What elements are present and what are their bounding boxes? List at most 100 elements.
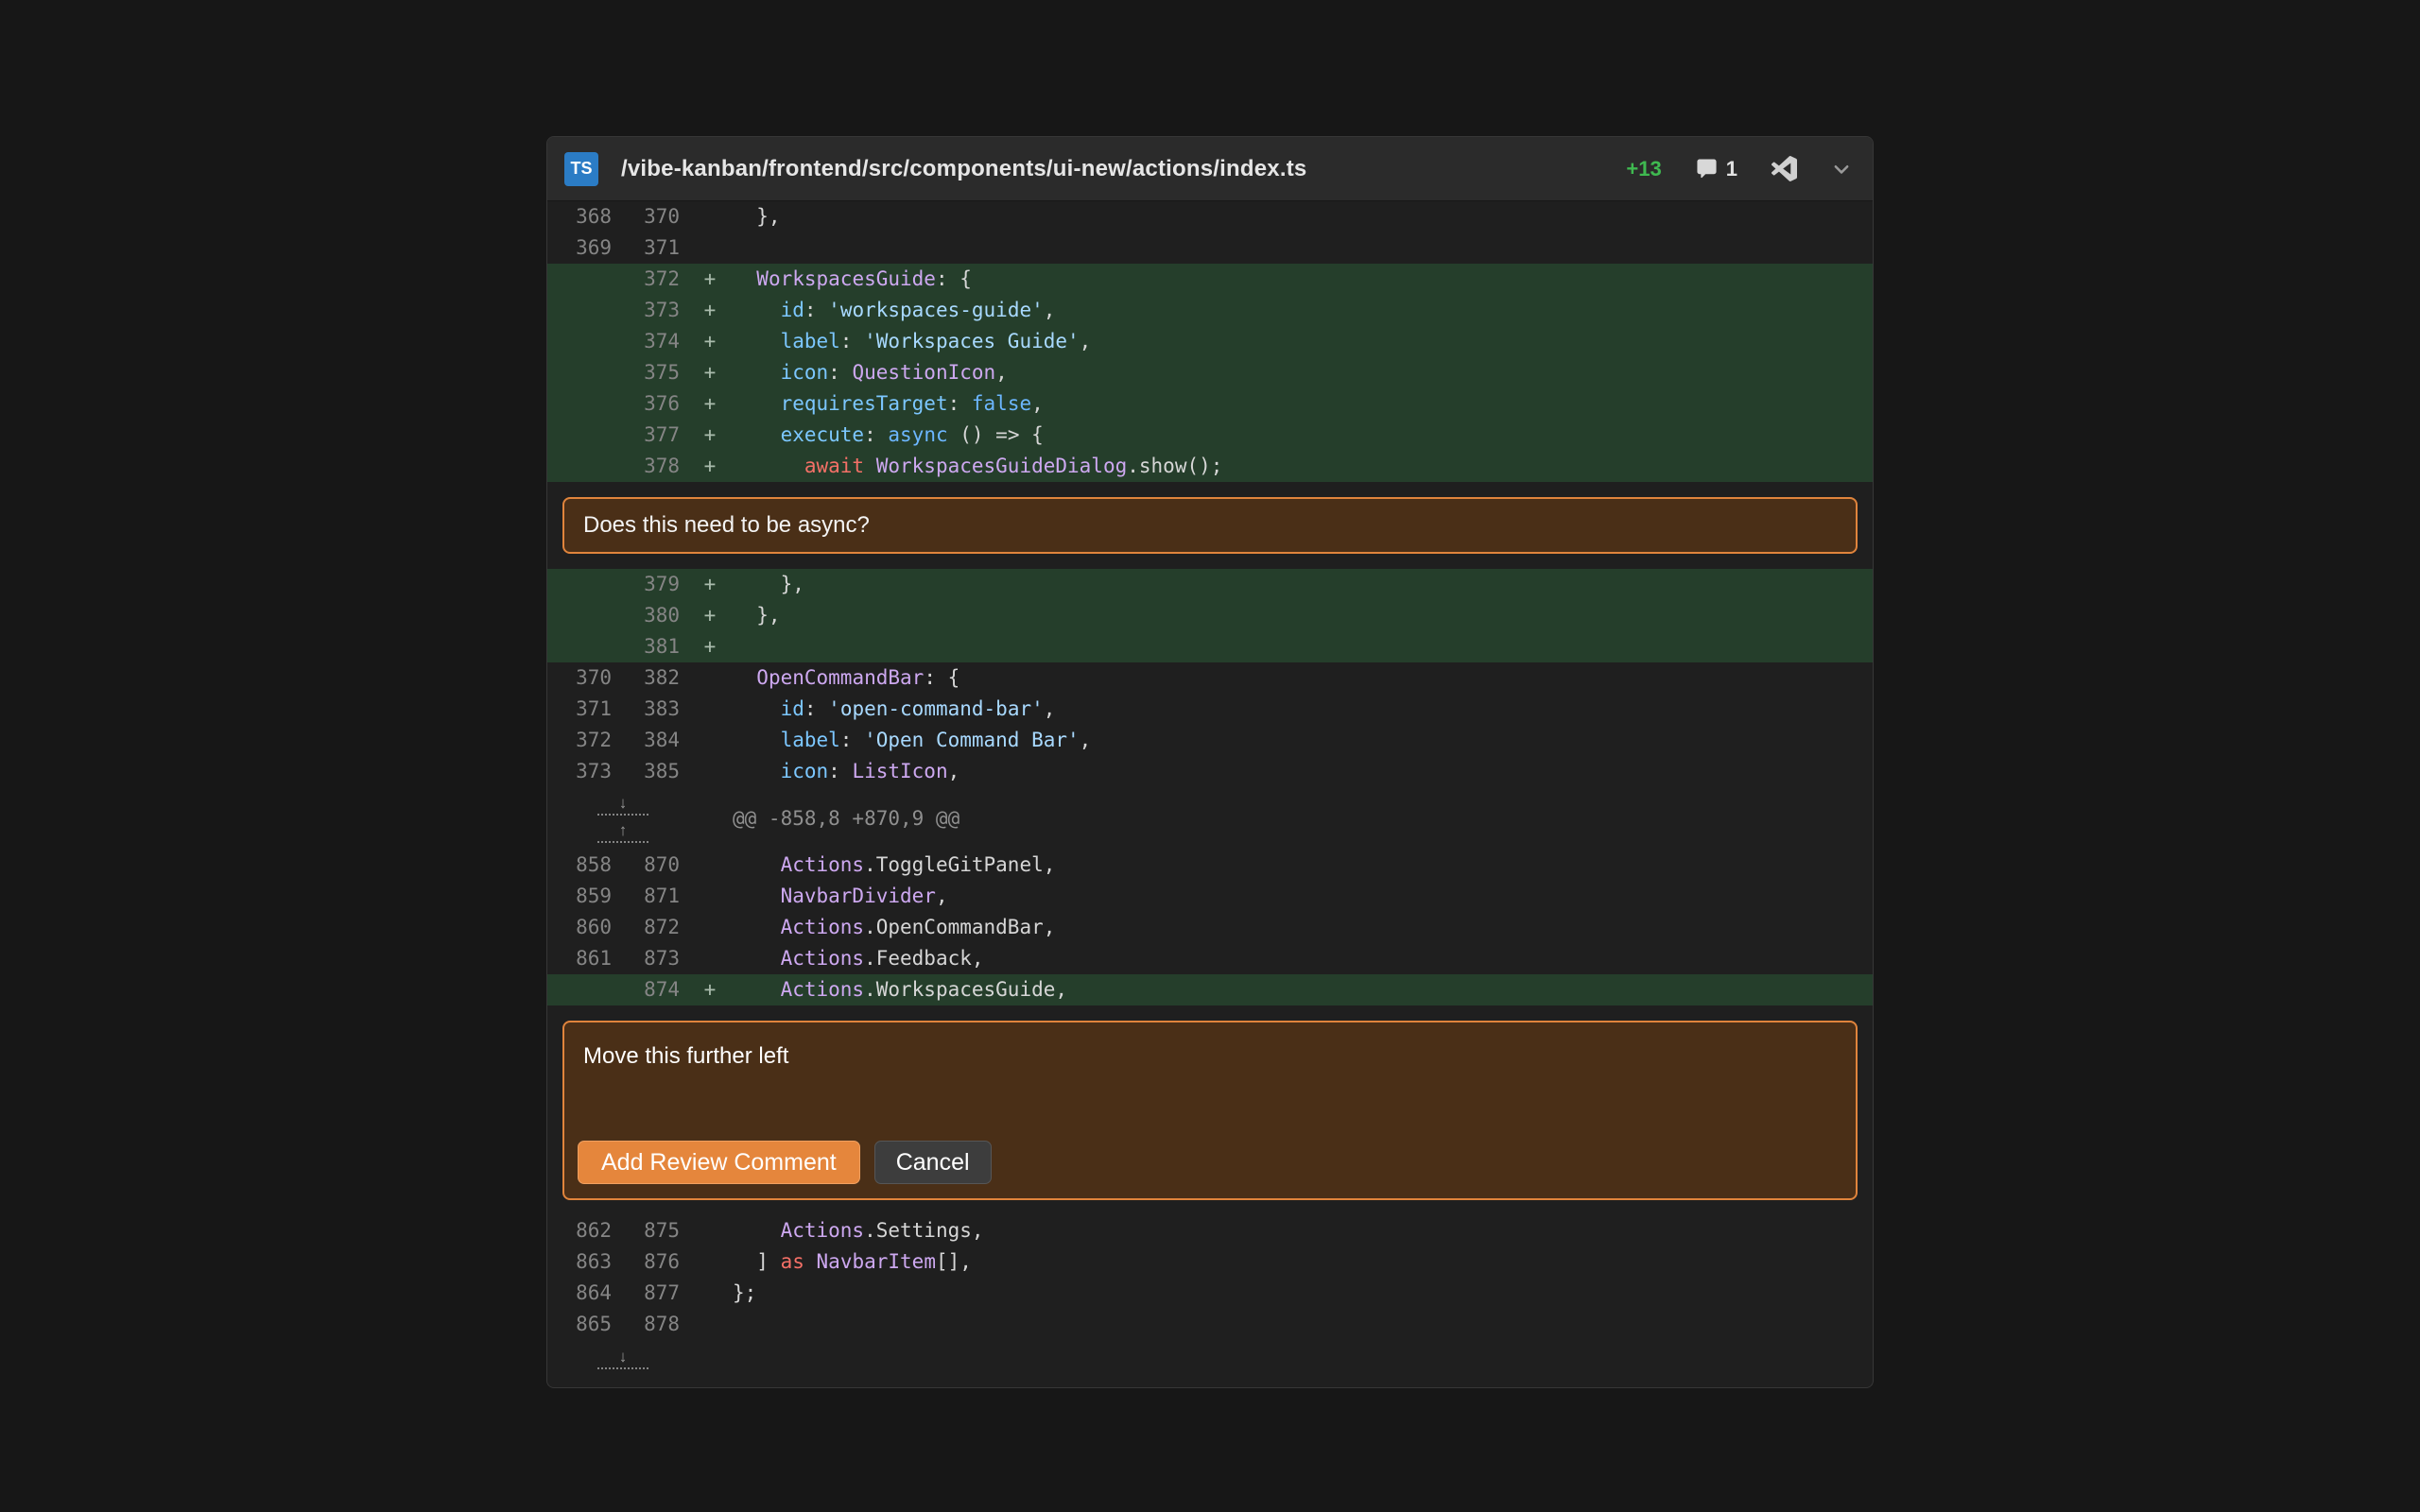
expander-gutter: ↓ — [547, 1340, 699, 1378]
diff-expander: ↓ ↑ @@ -858,8 +870,9 @@ — [547, 787, 1873, 850]
added-marker — [687, 662, 733, 694]
diff-line[interactable]: 861 873 Actions.Feedback, — [547, 943, 1873, 974]
arrow-down-icon: ↓ — [618, 1348, 628, 1366]
file-header-actions: +13 1 — [1626, 156, 1852, 181]
comment-count-badge[interactable]: 1 — [1696, 157, 1737, 181]
diff-line[interactable]: 378 + await WorkspacesGuideDialog.show(); — [547, 451, 1873, 482]
new-line-number: 872 — [644, 916, 680, 938]
code-text: requiresTarget: false, — [780, 392, 1044, 415]
cancel-button[interactable]: Cancel — [873, 1141, 992, 1184]
new-line-number: 875 — [644, 1219, 680, 1242]
added-marker — [687, 1309, 733, 1340]
old-line-number — [547, 295, 619, 326]
review-comment: Does this need to be async? — [562, 497, 1858, 554]
old-line-number: 858 — [576, 853, 612, 876]
old-line-number — [547, 600, 619, 631]
arrow-up-icon: ↑ — [618, 820, 628, 839]
old-line-number — [547, 326, 619, 357]
added-marker — [687, 1278, 733, 1309]
typescript-file-icon: TS — [564, 151, 598, 186]
diff-line[interactable]: 859 871 NavbarDivider, — [547, 881, 1873, 912]
new-line-number: 876 — [644, 1250, 680, 1273]
diff-line[interactable]: 373 385 icon: ListIcon, — [547, 756, 1873, 787]
diff-line[interactable]: 379 + }, — [547, 569, 1873, 600]
old-line-number — [547, 420, 619, 451]
expand-down-button[interactable]: ↓ — [597, 795, 648, 816]
diff-line[interactable]: 862 875 Actions.Settings, — [547, 1215, 1873, 1246]
new-line-number: 874 — [644, 978, 680, 1001]
new-line-number: 873 — [644, 947, 680, 970]
diff-line[interactable]: 370 382 OpenCommandBar: { — [547, 662, 1873, 694]
hunk-header: @@ -858,8 +870,9 @@ — [733, 807, 960, 830]
added-marker: + — [703, 267, 717, 290]
new-line-number: 384 — [644, 729, 680, 751]
old-line-number: 373 — [576, 760, 612, 782]
diff-line[interactable]: 858 870 Actions.ToggleGitPanel, — [547, 850, 1873, 881]
diff-line[interactable]: 381 + — [547, 631, 1873, 662]
old-line-number — [547, 631, 619, 662]
new-line-number: 379 — [644, 573, 680, 595]
diff-line[interactable]: 372 384 label: 'Open Command Bar', — [547, 725, 1873, 756]
collapse-file-button[interactable] — [1831, 159, 1852, 180]
added-marker — [687, 881, 733, 912]
code-text: }, — [733, 205, 781, 228]
diff-line[interactable]: 860 872 Actions.OpenCommandBar, — [547, 912, 1873, 943]
diff-line[interactable]: 372 + WorkspacesGuide: { — [547, 264, 1873, 295]
new-line-number: 374 — [644, 330, 680, 352]
old-line-number — [547, 388, 619, 420]
code-text: Actions.WorkspacesGuide, — [780, 978, 1068, 1001]
additions-count: +13 — [1626, 156, 1662, 180]
old-line-number — [547, 974, 619, 1005]
new-line-number: 871 — [644, 885, 680, 907]
old-line-number — [547, 357, 619, 388]
added-marker: + — [703, 455, 717, 477]
diff-line[interactable]: 377 + execute: async () => { — [547, 420, 1873, 451]
code-text: Actions.Feedback, — [780, 947, 984, 970]
diff-line[interactable]: 865 878 — [547, 1309, 1873, 1340]
code-text: icon: ListIcon, — [780, 760, 960, 782]
diff-line[interactable]: 375 + icon: QuestionIcon, — [547, 357, 1873, 388]
comment-input[interactable]: Move this further left — [583, 1043, 1837, 1072]
diff-line[interactable]: 371 383 id: 'open-command-bar', — [547, 694, 1873, 725]
old-line-number: 372 — [576, 729, 612, 751]
added-marker — [687, 201, 733, 232]
new-line-number: 376 — [644, 392, 680, 415]
comment-count-number: 1 — [1725, 156, 1737, 180]
diff-line[interactable]: 863 876 ] as NavbarItem[], — [547, 1246, 1873, 1278]
code-text: label: 'Open Command Bar', — [780, 729, 1092, 751]
chevron-down-icon — [1834, 164, 1849, 174]
diff-panel: TS /vibe-kanban/frontend/src/components/… — [546, 136, 1874, 1388]
old-line-number — [547, 264, 619, 295]
old-line-number: 860 — [576, 916, 612, 938]
expander-gutter: ↓ ↑ — [547, 787, 699, 850]
diff-line[interactable]: 874 + Actions.WorkspacesGuide, — [547, 974, 1873, 1005]
diff-line[interactable]: 864 877}; — [547, 1278, 1873, 1309]
code-text: execute: async () => { — [780, 423, 1044, 446]
new-line-number: 371 — [644, 236, 680, 259]
diff-line[interactable]: 380 + }, — [547, 600, 1873, 631]
open-in-vscode-button[interactable] — [1772, 156, 1797, 181]
diff-line[interactable]: 374 + label: 'Workspaces Guide', — [547, 326, 1873, 357]
add-review-comment-button[interactable]: Add Review Comment — [578, 1141, 860, 1184]
expand-up-button[interactable]: ↑ — [597, 822, 648, 843]
added-marker — [687, 943, 733, 974]
diff-line[interactable]: 369 371 — [547, 232, 1873, 264]
added-marker: + — [703, 361, 717, 384]
review-comment-text: Does this need to be async? — [583, 512, 870, 538]
added-marker — [687, 232, 733, 264]
expand-down-button[interactable]: ↓ — [597, 1349, 648, 1369]
code-text: id: 'workspaces-guide', — [780, 299, 1056, 321]
diff-expander: ↓ — [547, 1340, 1873, 1378]
new-line-number: 381 — [644, 635, 680, 658]
old-line-number — [547, 569, 619, 600]
old-line-number: 865 — [576, 1313, 612, 1335]
added-marker — [687, 912, 733, 943]
diff-line[interactable]: 373 + id: 'workspaces-guide', — [547, 295, 1873, 326]
code-text: }; — [733, 1281, 757, 1304]
old-line-number: 864 — [576, 1281, 612, 1304]
new-line-number: 385 — [644, 760, 680, 782]
diff-line[interactable]: 376 + requiresTarget: false, — [547, 388, 1873, 420]
added-marker: + — [703, 573, 717, 595]
diff-line[interactable]: 368 370 }, — [547, 201, 1873, 232]
old-line-number: 371 — [576, 697, 612, 720]
